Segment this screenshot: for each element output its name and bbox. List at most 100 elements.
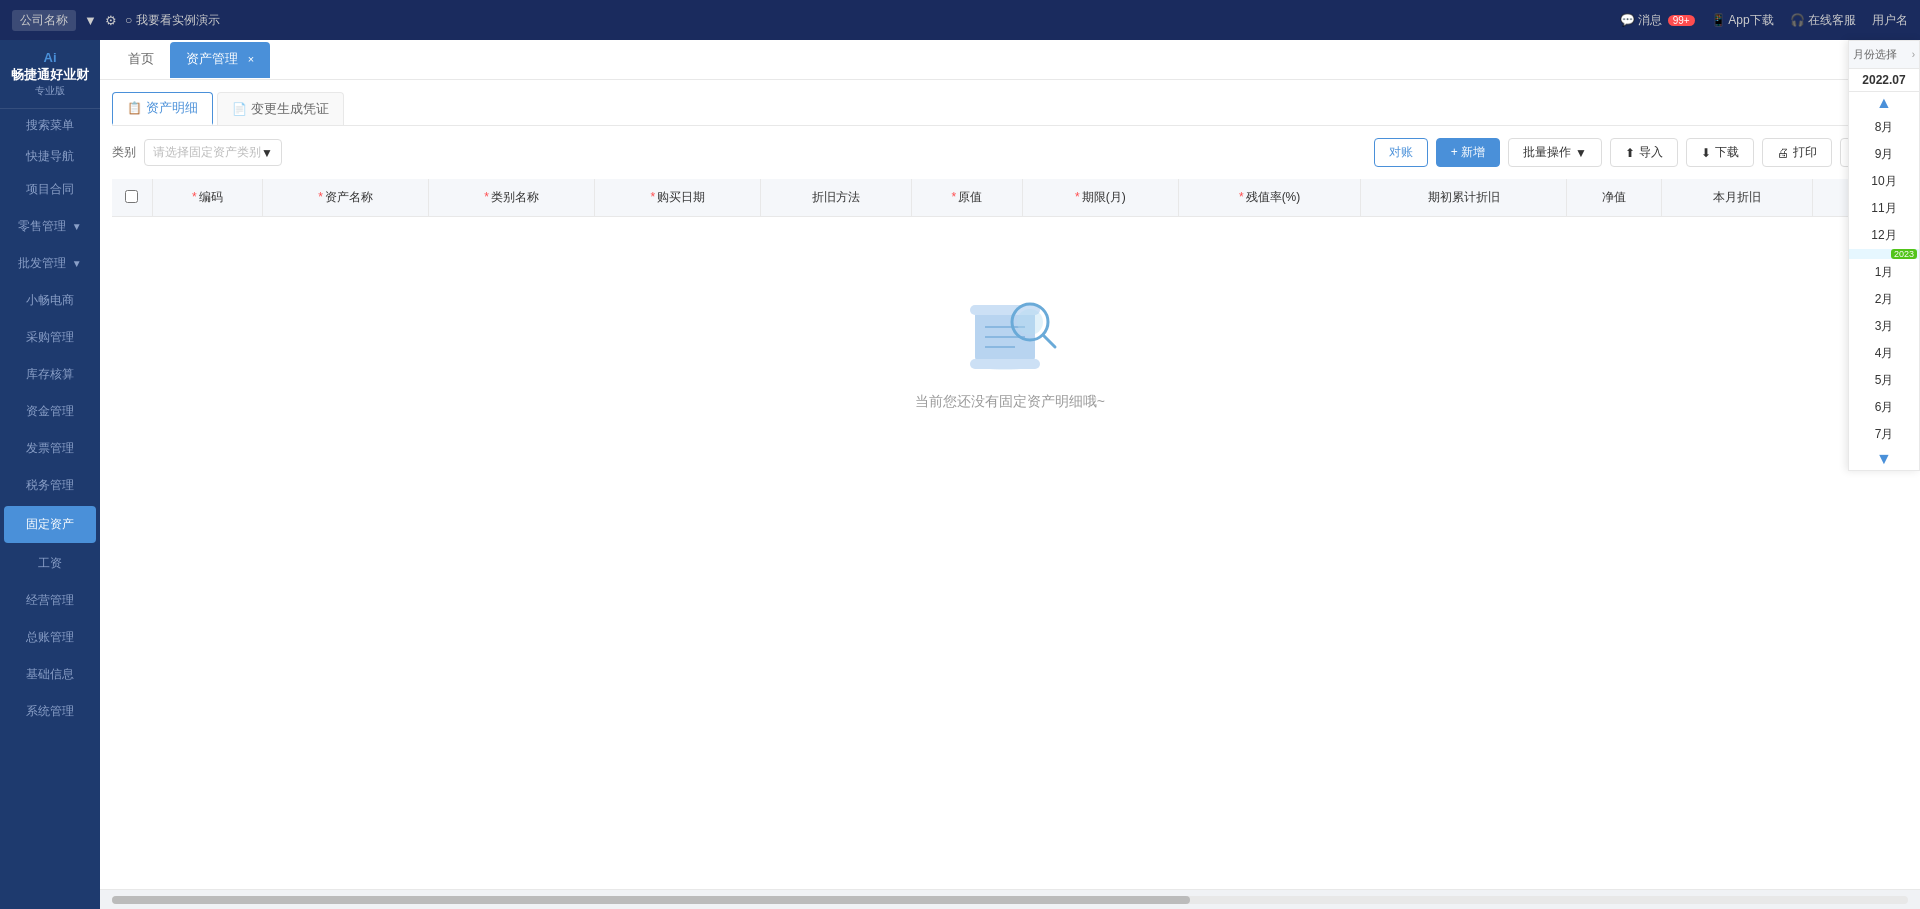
message-btn[interactable]: 💬 消息 99+ [1620, 12, 1695, 29]
company-dropdown-icon[interactable]: ▼ [84, 13, 97, 28]
table-header-original-value: 原值 [912, 179, 1022, 217]
tab-close-icon[interactable]: × [248, 53, 254, 65]
sidebar-item-tax[interactable]: 税务管理 [0, 467, 100, 504]
sub-tab-change-voucher[interactable]: 📄 变更生成凭证 [217, 92, 344, 125]
user-name[interactable]: 用户名 [1872, 12, 1908, 29]
sub-tabs: 📋 资产明细 📄 变更生成凭证 [112, 92, 1908, 126]
app-subtitle: 专业版 [8, 84, 92, 98]
month-item-10[interactable]: 10月 [1849, 168, 1919, 195]
empty-text: 当前您还没有固定资产明细哦~ [915, 393, 1105, 411]
download-icon: ⬇ [1701, 146, 1711, 160]
empty-state-row: 当前您还没有固定资产明细哦~ [112, 217, 1908, 472]
reconcile-button[interactable]: 对账 [1374, 138, 1428, 167]
toolbar: 类别 请选择固定资产类别 ▼ 对账 + 新增 批量操作 ▼ [112, 138, 1908, 167]
category-filter-label: 类别 [112, 144, 136, 161]
sidebar-item-system[interactable]: 系统管理 [0, 693, 100, 730]
month-panel: 月份选择 › 2022.07 ▲ 8月 9月 10月 11月 12月 2023 … [1848, 40, 1920, 471]
svg-line-9 [1043, 335, 1055, 347]
select-all-checkbox[interactable] [125, 190, 138, 203]
month-item-3[interactable]: 3月 [1849, 313, 1919, 340]
retail-arrow-icon: ▼ [72, 221, 82, 232]
month-item-7[interactable]: 7月 [1849, 421, 1919, 448]
sidebar-item-management[interactable]: 经营管理 [0, 582, 100, 619]
month-item-8[interactable]: 8月 [1849, 114, 1919, 141]
category-placeholder: 请选择固定资产类别 [153, 144, 261, 161]
svg-rect-3 [970, 359, 1040, 369]
online-service-btn[interactable]: 🎧 在线客服 [1790, 12, 1856, 29]
category-select[interactable]: 请选择固定资产类别 ▼ [144, 139, 282, 166]
sidebar-item-purchase[interactable]: 采购管理 [0, 319, 100, 356]
table-header-accumulated-depreciation: 期初累计折旧 [1360, 179, 1566, 217]
asset-table: 编码 资产名称 类别名称 购买日期 折旧方法 原值 期限(月) 残值率(%) 期… [112, 179, 1908, 471]
table-header-depreciation-method: 折旧方法 [761, 179, 912, 217]
month-panel-collapse-icon[interactable]: › [1912, 49, 1915, 60]
main-layout: Ai 畅捷通好业财 专业版 搜索菜单 快捷导航 项目合同 零售管理 ▼ 批发管理… [0, 40, 1920, 909]
search-menu-btn[interactable]: 搜索菜单 [0, 109, 100, 142]
import-icon: ⬆ [1625, 146, 1635, 160]
month-item-2[interactable]: 2月 [1849, 286, 1919, 313]
month-item-9[interactable]: 9月 [1849, 141, 1919, 168]
sidebar-item-payroll[interactable]: 工资 [0, 545, 100, 582]
table-container: 编码 资产名称 类别名称 购买日期 折旧方法 原值 期限(月) 残值率(%) 期… [112, 179, 1908, 877]
wholesale-arrow-icon: ▼ [72, 258, 82, 269]
batch-ops-chevron-icon: ▼ [1575, 146, 1587, 160]
print-button[interactable]: 🖨 打印 [1762, 138, 1832, 167]
sidebar-item-retail[interactable]: 零售管理 ▼ [0, 208, 100, 245]
quick-nav-btn[interactable]: 快捷导航 [0, 142, 100, 171]
download-button[interactable]: ⬇ 下载 [1686, 138, 1754, 167]
add-new-button[interactable]: + 新增 [1436, 138, 1500, 167]
month-panel-header: 月份选择 › [1849, 41, 1919, 69]
month-up-arrow-icon[interactable]: ▲ [1876, 94, 1892, 112]
settings-icon[interactable]: ⚙ [105, 13, 117, 28]
month-item-5[interactable]: 5月 [1849, 367, 1919, 394]
svg-point-8 [1017, 309, 1043, 335]
demo-icon: ○ [125, 13, 132, 27]
sidebar-item-general-ledger[interactable]: 总账管理 [0, 619, 100, 656]
table-header-code: 编码 [152, 179, 262, 217]
month-nav-up: ▲ [1849, 92, 1919, 114]
demo-link[interactable]: ○ 我要看实例演示 [125, 12, 220, 29]
sidebar-item-finance[interactable]: 资金管理 [0, 393, 100, 430]
month-item-2023-indicator: 2023 [1849, 249, 1919, 259]
month-item-4[interactable]: 4月 [1849, 340, 1919, 367]
scrollbar-thumb[interactable] [112, 896, 1190, 904]
sub-tab-asset-detail[interactable]: 📋 资产明细 [112, 92, 213, 125]
sidebar-item-wholesale[interactable]: 批发管理 ▼ [0, 245, 100, 282]
month-panel-current-date: 2022.07 [1849, 69, 1919, 92]
table-header-purchase-date: 购买日期 [595, 179, 761, 217]
table-header-name: 资产名称 [262, 179, 428, 217]
tab-home[interactable]: 首页 [112, 42, 170, 78]
tab-asset-management[interactable]: 资产管理 × [170, 42, 270, 78]
table-header-checkbox [112, 179, 152, 217]
sidebar-item-project[interactable]: 项目合同 [0, 171, 100, 208]
import-button[interactable]: ⬆ 导入 [1610, 138, 1678, 167]
sidebar-item-ecommerce[interactable]: 小畅电商 [0, 282, 100, 319]
sidebar-item-fixed-assets[interactable]: 固定资产 [4, 506, 96, 543]
batch-ops-button[interactable]: 批量操作 ▼ [1508, 138, 1602, 167]
top-bar: 公司名称 ▼ ⚙ ○ 我要看实例演示 💬 消息 99+ 📱 App下载 🎧 在线… [0, 0, 1920, 40]
company-selector[interactable]: 公司名称 [12, 10, 76, 31]
sidebar-item-inventory[interactable]: 库存核算 [0, 356, 100, 393]
app-download-btn[interactable]: 📱 App下载 [1711, 12, 1774, 29]
table-header-residual-rate: 残值率(%) [1179, 179, 1361, 217]
change-voucher-icon: 📄 [232, 102, 247, 116]
month-down-arrow-icon[interactable]: ▼ [1876, 450, 1892, 468]
page-content: 📋 资产明细 📄 变更生成凭证 类别 请选择固定资产类别 ▼ [100, 80, 1920, 889]
month-item-12[interactable]: 12月 [1849, 222, 1919, 249]
print-icon: 🖨 [1777, 146, 1789, 160]
category-chevron-icon: ▼ [261, 146, 273, 160]
horizontal-scrollbar[interactable] [112, 896, 1908, 904]
content-area: 首页 资产管理 × 📋 资产明细 📄 变更生成凭证 [100, 40, 1920, 909]
month-nav-down: ▼ [1849, 448, 1919, 470]
year-badge: 2023 [1891, 249, 1917, 259]
month-list-2022: 8月 9月 10月 11月 12月 2023 1月 2月 3月 4月 5月 6月… [1849, 114, 1919, 448]
month-item-11[interactable]: 11月 [1849, 195, 1919, 222]
sidebar-item-invoice[interactable]: 发票管理 [0, 430, 100, 467]
app-title: Ai [8, 50, 92, 67]
app-name: 畅捷通好业财 [8, 67, 92, 84]
sidebar-item-basic-info[interactable]: 基础信息 [0, 656, 100, 693]
toolbar-left: 类别 请选择固定资产类别 ▼ [112, 139, 1366, 166]
month-item-1[interactable]: 1月 [1849, 259, 1919, 286]
table-header-category: 类别名称 [429, 179, 595, 217]
month-item-6[interactable]: 6月 [1849, 394, 1919, 421]
